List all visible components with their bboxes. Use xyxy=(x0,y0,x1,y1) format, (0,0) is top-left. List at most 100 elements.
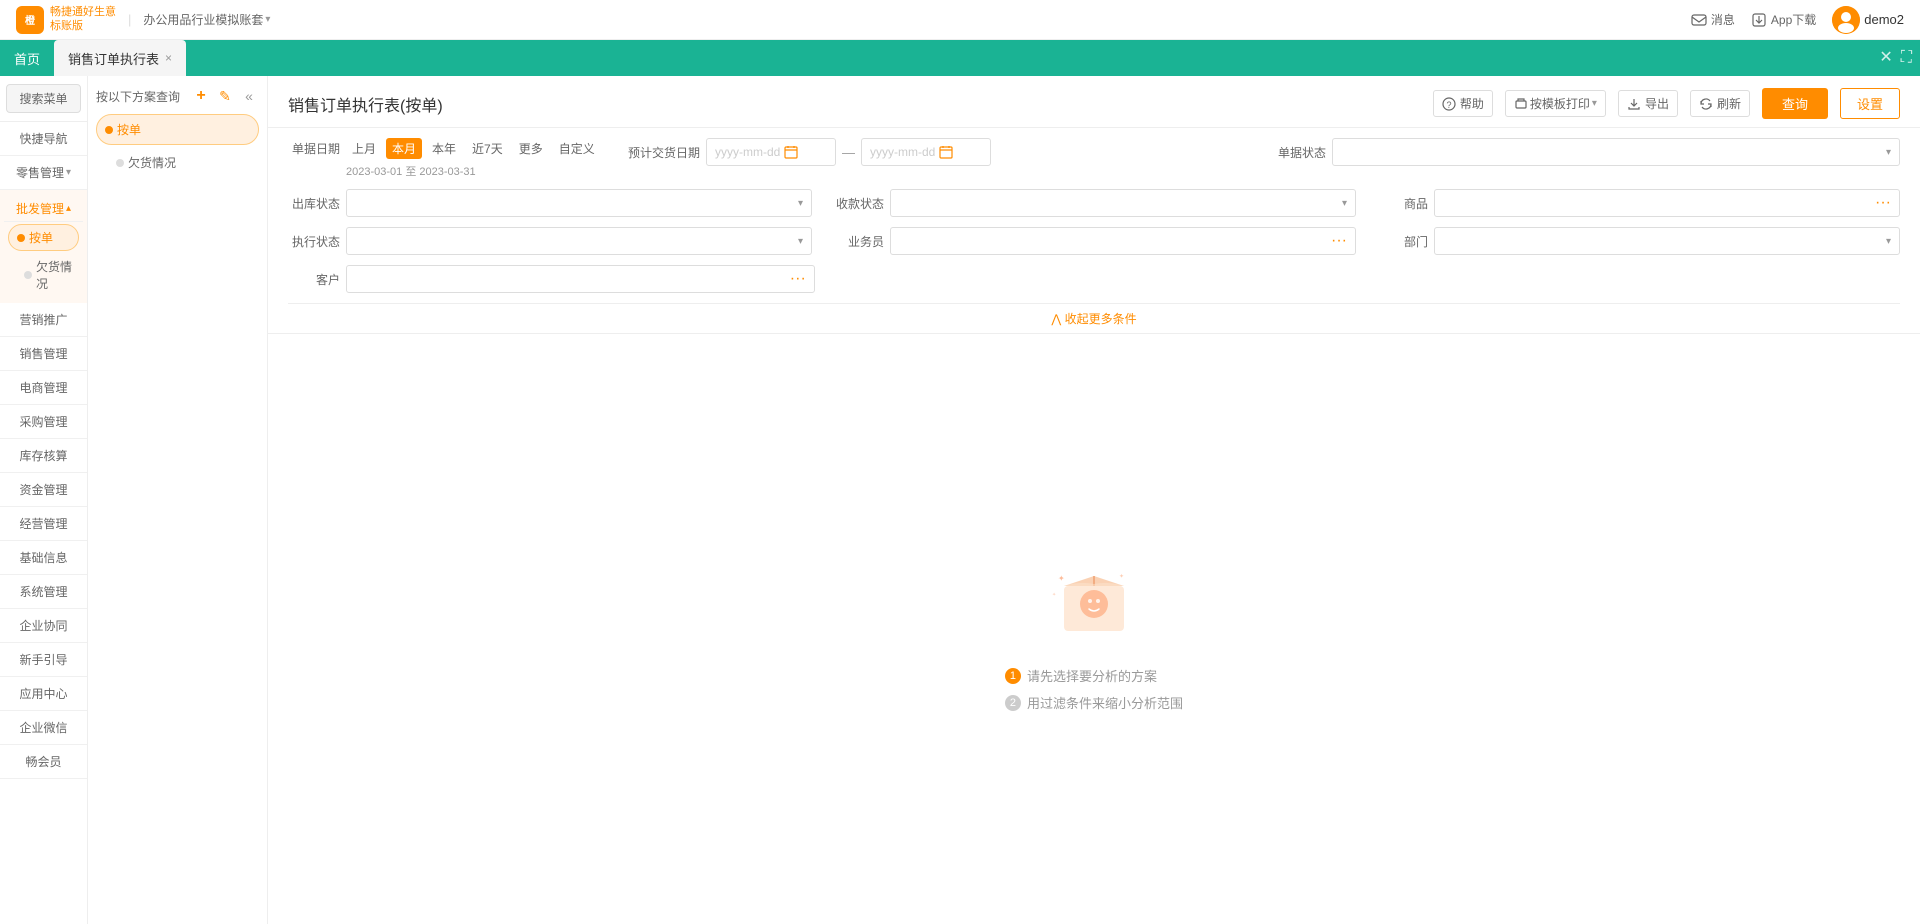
user-name: demo2 xyxy=(1864,12,1904,27)
sidebar-item-finance[interactable]: 资金管理 xyxy=(0,473,87,507)
filter-row-2: 出库状态 ▾ 收款状态 ▾ 商品 ··· xyxy=(288,189,1900,217)
date-tabs: 上月 本月 本年 近7天 更多 自定义 xyxy=(346,138,601,159)
empty-tip-2: 2 用过滤条件来缩小分析范围 xyxy=(1005,693,1183,712)
sidebar-item-quick-nav[interactable]: 快捷导航 xyxy=(0,122,87,156)
print-button[interactable]: 按模板打印 ▾ xyxy=(1505,90,1606,117)
date-tab-this-year[interactable]: 本年 xyxy=(426,138,462,159)
department-select[interactable]: ▾ xyxy=(1434,227,1900,255)
tab-home[interactable]: 首页 xyxy=(0,40,54,76)
content-area: 销售订单执行表(按单) ? 帮助 按模板打印 ▾ 导出 刷新 xyxy=(268,76,1920,924)
date-filter-group: 单据日期 上月 本月 本年 近7天 更多 自定义 2023-03-01 至 20… xyxy=(288,138,608,179)
svg-text:✦: ✦ xyxy=(1058,574,1065,583)
sidebar-item-marketing[interactable]: 营销推广 xyxy=(0,303,87,337)
date-tab-custom[interactable]: 自定义 xyxy=(553,138,601,159)
salesperson-input[interactable]: ··· xyxy=(890,227,1356,255)
scheme-collapse-icon[interactable]: « xyxy=(239,86,259,106)
breadcrumb-text: 办公用品行业模拟账套 xyxy=(143,11,263,28)
sidebar-item-enterprise-collab[interactable]: 企业协同 xyxy=(0,609,87,643)
date-tab-7days[interactable]: 近7天 xyxy=(466,138,509,159)
date-sep: — xyxy=(842,145,855,160)
sidebar-scheme-欠货情况[interactable]: 欠货情况 xyxy=(4,253,83,297)
window-close-button[interactable]: ✕ xyxy=(1879,50,1892,66)
filter-row-3: 执行状态 ▾ 业务员 ··· 部门 ▾ xyxy=(288,227,1900,255)
date-label: 单据日期 xyxy=(288,140,340,157)
sidebar-item-newbie[interactable]: 新手引导 xyxy=(0,643,87,677)
scheme-panel-header: 按以下方案查询 + ✎ « xyxy=(96,86,259,106)
svg-text:✦: ✦ xyxy=(1119,573,1124,580)
salesperson-more-icon[interactable]: ··· xyxy=(1331,232,1347,250)
department-field: 部门 ▾ xyxy=(1376,227,1900,255)
message-button[interactable]: 消息 xyxy=(1691,11,1735,28)
sidebar-item-wholesale[interactable]: 批发管理 ▴ xyxy=(4,196,83,222)
scheme-title: 按以下方案查询 xyxy=(96,88,180,105)
window-expand-button[interactable]: ⛶ xyxy=(1901,50,1912,66)
scheme-add-icon[interactable]: + xyxy=(191,86,211,106)
delivery-date-label: 预计交货日期 xyxy=(628,144,700,161)
collect-status-select[interactable]: ▾ xyxy=(890,189,1356,217)
date-range-text: 2023-03-01 至 2023-03-31 xyxy=(346,163,476,179)
filter-row-1: 单据日期 上月 本月 本年 近7天 更多 自定义 2023-03-01 至 20… xyxy=(288,138,1900,179)
sidebar-item-operation[interactable]: 经营管理 xyxy=(0,507,87,541)
sidebar-item-ecommerce[interactable]: 电商管理 xyxy=(0,371,87,405)
customer-input[interactable]: ··· xyxy=(346,265,815,293)
sidebar-item-system[interactable]: 系统管理 xyxy=(0,575,87,609)
department-arrow: ▾ xyxy=(1886,236,1891,247)
sidebar-item-retail[interactable]: 零售管理 ▾ xyxy=(0,156,87,190)
empty-state: ✦ ✦ ✦ 1 请先选择要分析的方案 2 用过滤条件来缩小分析范围 xyxy=(268,334,1920,924)
empty-tips: 1 请先选择要分析的方案 2 用过滤条件来缩小分析范围 xyxy=(1005,666,1183,712)
date-range-display: 2023-03-01 至 2023-03-31 xyxy=(288,163,608,179)
print-arrow: ▾ xyxy=(1592,98,1597,109)
delivery-end-date[interactable]: yyyy-mm-dd xyxy=(861,138,991,166)
date-tab-last-month[interactable]: 上月 xyxy=(346,138,382,159)
query-button[interactable]: 查询 xyxy=(1762,88,1828,119)
sidebar-scheme-按单[interactable]: 按单 xyxy=(8,224,79,251)
delivery-start-date[interactable]: yyyy-mm-dd xyxy=(706,138,836,166)
sidebar-item-enterprise-wechat[interactable]: 企业微信 xyxy=(0,711,87,745)
department-label: 部门 xyxy=(1376,233,1428,250)
refresh-button[interactable]: 刷新 xyxy=(1690,90,1750,117)
tab-close-icon[interactable]: × xyxy=(165,51,172,65)
breadcrumb-select[interactable]: 办公用品行业模拟账套 ▾ xyxy=(143,11,270,28)
empty-tip-1: 1 请先选择要分析的方案 xyxy=(1005,666,1183,685)
help-button[interactable]: ? 帮助 xyxy=(1433,90,1493,117)
salesperson-label: 业务员 xyxy=(832,233,884,250)
user-profile[interactable]: demo2 xyxy=(1832,6,1904,34)
svg-text:橙: 橙 xyxy=(25,14,36,27)
exec-status-label: 执行状态 xyxy=(288,233,340,250)
sidebar-item-purchase[interactable]: 采购管理 xyxy=(0,405,87,439)
sidebar-item-basics[interactable]: 基础信息 xyxy=(0,541,87,575)
export-button[interactable]: 导出 xyxy=(1618,90,1678,117)
sidebar-item-app-center[interactable]: 应用中心 xyxy=(0,677,87,711)
sidebar-item-sales[interactable]: 销售管理 xyxy=(0,337,87,371)
bill-status-arrow: ▾ xyxy=(1886,147,1891,158)
svg-text:?: ? xyxy=(1446,100,1451,110)
sidebar-item-member[interactable]: 畅会员 xyxy=(0,745,87,779)
scheme-item-欠货情况[interactable]: 欠货情况 xyxy=(96,149,259,176)
collect-status-field: 收款状态 ▾ xyxy=(832,189,1356,217)
tab-sales-order[interactable]: 销售订单执行表 × xyxy=(54,40,186,76)
date-tab-more[interactable]: 更多 xyxy=(513,138,549,159)
settings-button[interactable]: 设置 xyxy=(1840,88,1900,119)
empty-illustration: ✦ ✦ ✦ xyxy=(1044,546,1144,646)
exec-status-select[interactable]: ▾ xyxy=(346,227,812,255)
out-status-label: 出库状态 xyxy=(288,195,340,212)
out-status-select[interactable]: ▾ xyxy=(346,189,812,217)
date-tab-this-month[interactable]: 本月 xyxy=(386,138,422,159)
out-status-arrow: ▾ xyxy=(798,198,803,209)
search-menu-button[interactable]: 搜索菜单 xyxy=(6,84,81,113)
customer-more-icon[interactable]: ··· xyxy=(790,270,806,288)
bill-status-select[interactable]: ▾ xyxy=(1332,138,1900,166)
sidebar-item-inventory[interactable]: 库存核算 xyxy=(0,439,87,473)
goods-more-icon[interactable]: ··· xyxy=(1875,194,1891,212)
goods-input[interactable]: ··· xyxy=(1434,189,1900,217)
page-actions: ? 帮助 按模板打印 ▾ 导出 刷新 查询 设置 xyxy=(1433,88,1900,119)
bill-status-field: 单据状态 ▾ xyxy=(1274,138,1900,166)
scheme-edit-icon[interactable]: ✎ xyxy=(215,86,235,106)
goods-field: 商品 ··· xyxy=(1376,189,1900,217)
collapse-more-button[interactable]: ⋀ 收起更多条件 xyxy=(288,303,1900,333)
customer-field: 客户 ··· xyxy=(288,265,815,293)
app-logo-text: 畅捷通好生意 标账版 xyxy=(50,6,116,32)
collect-status-arrow: ▾ xyxy=(1342,198,1347,209)
app-download-button[interactable]: App下载 xyxy=(1751,11,1816,28)
scheme-item-按单[interactable]: 按单 xyxy=(96,114,259,145)
